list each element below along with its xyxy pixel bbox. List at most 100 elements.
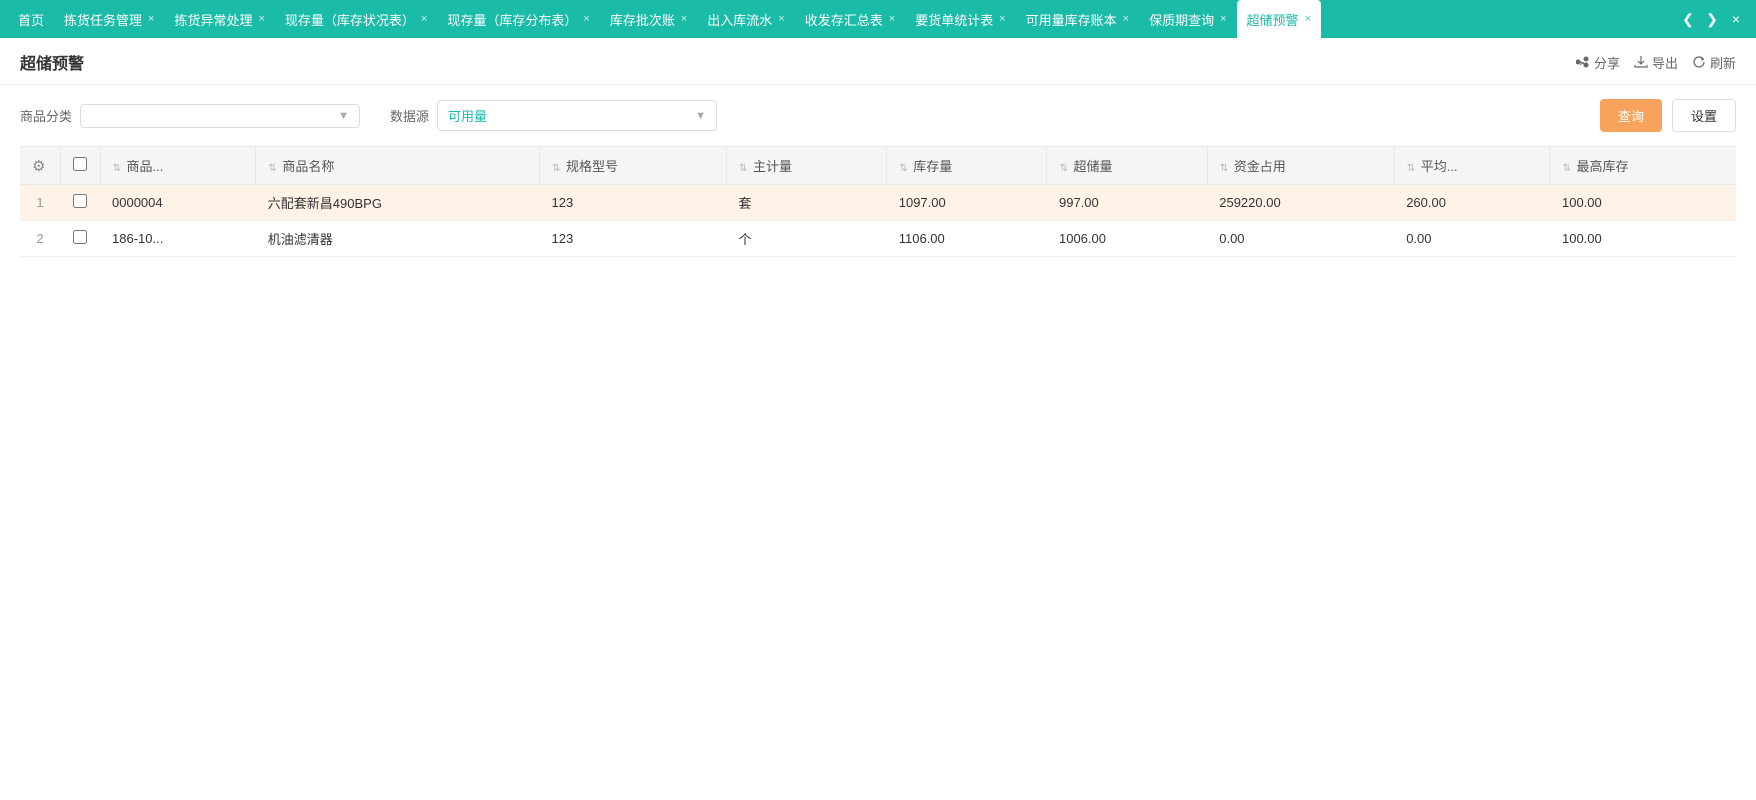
nav-more-button[interactable]: × xyxy=(1724,0,1748,38)
row-code: 186-10... xyxy=(100,221,256,257)
chevron-down-icon: ▼ xyxy=(338,110,349,122)
table-body: 1 0000004 六配套新昌490BPG 123 套 1097.00 997.… xyxy=(20,185,1736,257)
sort-icon: ⇅ xyxy=(552,163,560,174)
sort-icon: ⇅ xyxy=(739,163,747,174)
export-button[interactable]: 导出 xyxy=(1634,53,1678,72)
refresh-icon xyxy=(1692,55,1706,69)
row-code: 0000004 xyxy=(100,185,256,221)
checkbox-header[interactable] xyxy=(60,147,100,185)
nav-task-management[interactable]: 拣货任务管理 × xyxy=(54,0,164,38)
table-row[interactable]: 2 186-10... 机油滤清器 123 个 1106.00 1006.00 … xyxy=(20,221,1736,257)
nav-quality-period[interactable]: 保质期查询 × xyxy=(1139,0,1236,38)
row-name: 机油滤清器 xyxy=(256,221,540,257)
close-icon[interactable]: × xyxy=(778,13,784,25)
close-icon[interactable]: × xyxy=(258,13,264,25)
page-header: 超储预警 分享 导出 刷新 xyxy=(0,38,1756,85)
share-icon xyxy=(1576,55,1590,69)
datasource-filter: 数据源 可用量 ▼ xyxy=(390,100,717,131)
close-icon[interactable]: × xyxy=(421,13,427,25)
row-number: 2 xyxy=(20,221,60,257)
nav-inventory-status[interactable]: 现存量（库存状况表） × xyxy=(275,0,437,38)
close-icon[interactable]: × xyxy=(583,13,589,25)
nav-requisition-stats[interactable]: 要货单统计表 × xyxy=(905,0,1015,38)
row-checkbox-cell[interactable] xyxy=(60,221,100,257)
overstock-table: ⚙ ⇅ 商品... ⇅ 商品名称 ⇅ 规格型号 ⇅ xyxy=(20,146,1736,257)
col-code[interactable]: ⇅ 商品... xyxy=(100,147,256,185)
nav-batch-account[interactable]: 库存批次账 × xyxy=(600,0,697,38)
refresh-button[interactable]: 刷新 xyxy=(1692,53,1736,72)
nav-overstock-warning[interactable]: 超储预警 × xyxy=(1237,0,1321,38)
select-all-checkbox[interactable] xyxy=(73,157,87,171)
share-button[interactable]: 分享 xyxy=(1576,53,1620,72)
col-overstock[interactable]: ⇅ 超储量 xyxy=(1047,147,1207,185)
filter-buttons: 查询 设置 xyxy=(1600,99,1736,132)
col-spec[interactable]: ⇅ 规格型号 xyxy=(540,147,727,185)
row-spec: 123 xyxy=(540,221,727,257)
row-overstock: 997.00 xyxy=(1047,185,1207,221)
col-avg[interactable]: ⇅ 平均... xyxy=(1394,147,1550,185)
row-max-stock: 100.00 xyxy=(1550,221,1736,257)
query-button[interactable]: 查询 xyxy=(1600,99,1662,132)
row-max-stock: 100.00 xyxy=(1550,185,1736,221)
chevron-down-icon: ▼ xyxy=(695,110,706,122)
table-container: ⚙ ⇅ 商品... ⇅ 商品名称 ⇅ 规格型号 ⇅ xyxy=(0,146,1756,257)
datasource-value: 可用量 xyxy=(448,106,487,125)
col-unit[interactable]: ⇅ 主计量 xyxy=(726,147,886,185)
gear-header[interactable]: ⚙ xyxy=(20,147,60,185)
export-icon xyxy=(1634,55,1648,69)
table-row[interactable]: 1 0000004 六配套新昌490BPG 123 套 1097.00 997.… xyxy=(20,185,1736,221)
nav-arrows: ❮ ❯ × xyxy=(1676,0,1748,38)
settings-icon[interactable]: ⚙ xyxy=(32,158,45,175)
nav-abnormal-handling[interactable]: 拣货异常处理 × xyxy=(164,0,274,38)
row-checkbox-cell[interactable] xyxy=(60,185,100,221)
col-name[interactable]: ⇅ 商品名称 xyxy=(256,147,540,185)
row-avg-price: 260.00 xyxy=(1394,185,1550,221)
datasource-select[interactable]: 可用量 ▼ xyxy=(437,100,717,131)
category-select[interactable]: ▼ xyxy=(80,104,360,128)
header-actions: 分享 导出 刷新 xyxy=(1576,53,1736,72)
sort-icon: ⇅ xyxy=(268,163,276,174)
sort-icon: ⇅ xyxy=(1407,163,1415,174)
row-spec: 123 xyxy=(540,185,727,221)
close-icon[interactable]: × xyxy=(1220,13,1226,25)
category-filter: 商品分类 ▼ xyxy=(20,104,360,128)
table-header-row: ⚙ ⇅ 商品... ⇅ 商品名称 ⇅ 规格型号 ⇅ xyxy=(20,147,1736,185)
nav-collection-summary[interactable]: 收发存汇总表 × xyxy=(795,0,905,38)
row-avg-price: 0.00 xyxy=(1394,221,1550,257)
settings-button[interactable]: 设置 xyxy=(1672,99,1736,132)
top-navigation: 首页 拣货任务管理 × 拣货异常处理 × 现存量（库存状况表） × 现存量（库存… xyxy=(0,0,1756,38)
nav-next-button[interactable]: ❯ xyxy=(1700,0,1724,38)
nav-available-account[interactable]: 可用量库存账本 × xyxy=(1016,0,1139,38)
col-capital[interactable]: ⇅ 资金占用 xyxy=(1207,147,1394,185)
close-icon[interactable]: × xyxy=(889,13,895,25)
row-stock: 1106.00 xyxy=(887,221,1047,257)
sort-icon: ⇅ xyxy=(899,163,907,174)
sort-icon: ⇅ xyxy=(1059,163,1067,174)
sort-icon: ⇅ xyxy=(1220,163,1228,174)
close-icon[interactable]: × xyxy=(681,13,687,25)
row-capital: 259220.00 xyxy=(1207,185,1394,221)
col-stock[interactable]: ⇅ 库存量 xyxy=(887,147,1047,185)
row-overstock: 1006.00 xyxy=(1047,221,1207,257)
nav-home[interactable]: 首页 xyxy=(8,0,54,38)
close-icon[interactable]: × xyxy=(148,13,154,25)
close-icon[interactable]: × xyxy=(999,13,1005,25)
filter-bar: 商品分类 ▼ 数据源 可用量 ▼ 查询 设置 xyxy=(0,85,1756,146)
close-icon[interactable]: × xyxy=(1123,13,1129,25)
col-max[interactable]: ⇅ 最高库存 xyxy=(1550,147,1736,185)
nav-inventory-distribution[interactable]: 现存量（库存分布表） × xyxy=(437,0,599,38)
nav-prev-button[interactable]: ❮ xyxy=(1676,0,1700,38)
row-name: 六配套新昌490BPG xyxy=(256,185,540,221)
row-capital: 0.00 xyxy=(1207,221,1394,257)
close-icon[interactable]: × xyxy=(1305,13,1311,25)
row-checkbox[interactable] xyxy=(73,194,87,208)
datasource-label: 数据源 xyxy=(390,106,429,125)
page-title: 超储预警 xyxy=(20,50,84,74)
row-unit: 个 xyxy=(726,221,886,257)
sort-icon: ⇅ xyxy=(1562,163,1570,174)
row-number: 1 xyxy=(20,185,60,221)
nav-inout-flow[interactable]: 出入库流水 × xyxy=(697,0,794,38)
sort-icon: ⇅ xyxy=(113,163,121,174)
row-checkbox[interactable] xyxy=(73,230,87,244)
row-stock: 1097.00 xyxy=(887,185,1047,221)
